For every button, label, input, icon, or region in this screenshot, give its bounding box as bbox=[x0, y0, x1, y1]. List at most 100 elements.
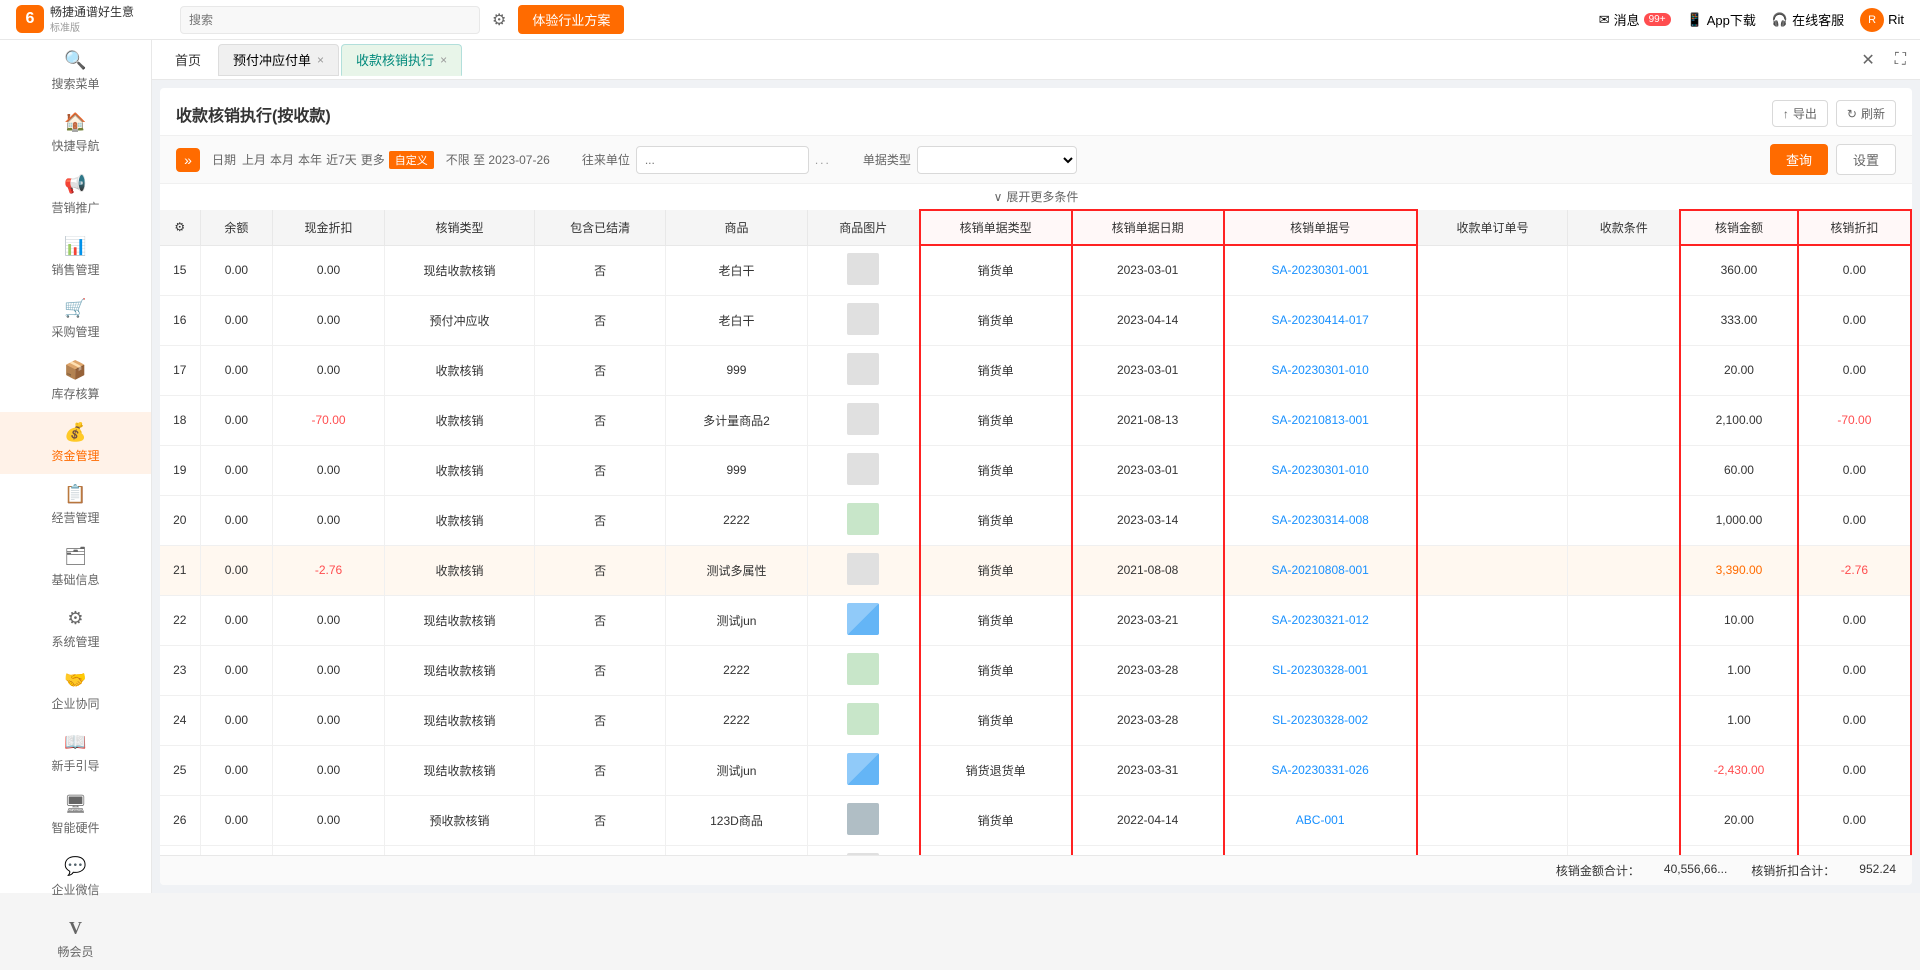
date-quick-links: 上月 本月 本年 近7天 更多 自定义 bbox=[242, 151, 434, 169]
table-cell: 16 bbox=[160, 295, 200, 345]
voucher-type-select[interactable] bbox=[917, 146, 1077, 174]
sidebar-item-quicknav[interactable]: 🏠 快捷导航 bbox=[0, 102, 151, 164]
headset-icon: 🎧 bbox=[1772, 12, 1788, 28]
table-cell bbox=[807, 295, 919, 345]
table-row: 150.000.00现结收款核销否老白干销货单2023-03-01SA-2023… bbox=[160, 245, 1911, 295]
sidebar-item-search[interactable]: 🔍 搜索菜单 bbox=[0, 40, 151, 102]
date-custom[interactable]: 自定义 bbox=[389, 151, 434, 169]
sidebar-item-inventory[interactable]: 📦 库存核算 bbox=[0, 350, 151, 412]
table-cell: 预收款核销 bbox=[384, 795, 534, 845]
sidebar-item-basic[interactable]: 🗂 基础信息 bbox=[0, 536, 151, 598]
sidebar-item-marketing[interactable]: 📢 营销推广 bbox=[0, 164, 151, 226]
table-cell[interactable]: SA-20230314-008 bbox=[1224, 495, 1417, 545]
table-cell bbox=[1568, 395, 1680, 445]
sidebar-item-operations[interactable]: 📋 经营管理 bbox=[0, 474, 151, 536]
table-cell: 0.00 bbox=[1798, 695, 1911, 745]
sidebar-item-finance[interactable]: 💰 资金管理 bbox=[0, 412, 151, 474]
col-goods: 商品 bbox=[666, 210, 808, 245]
tab-receipt-close[interactable]: × bbox=[440, 53, 447, 67]
table-cell[interactable]: ABC-001 bbox=[1224, 795, 1417, 845]
content-area: 首页 预付冲应付单 × 收款核销执行 × ✕ ⛶ 收款核销执行(按收款) bbox=[152, 40, 1920, 893]
filter-settings-button[interactable]: 设置 bbox=[1836, 144, 1896, 175]
sidebar-item-purchase[interactable]: 🛒 采购管理 bbox=[0, 288, 151, 350]
col-settings[interactable]: ⚙ bbox=[160, 210, 200, 245]
tab-home[interactable]: 首页 bbox=[160, 44, 216, 76]
table-cell[interactable]: SA-20230321-012 bbox=[1224, 595, 1417, 645]
refresh-button[interactable]: ↻ 刷新 bbox=[1836, 100, 1896, 127]
expand-conditions-button[interactable]: ∨ 展开更多条件 bbox=[994, 188, 1079, 205]
date-more[interactable]: 更多 bbox=[361, 151, 385, 169]
table-cell[interactable]: SA-20230301-010 bbox=[1224, 445, 1417, 495]
top-bar: 6 畅捷通谱好生意 标准版 ⚙ 体验行业方案 ✉ 消息 99+ 📱 App下载 … bbox=[0, 0, 1920, 40]
table-cell: 现结收款核销 bbox=[384, 645, 534, 695]
sidebar-item-collab[interactable]: 🤝 企业协同 bbox=[0, 660, 151, 722]
app-download-button[interactable]: 📱 App下载 bbox=[1687, 10, 1756, 29]
table-cell bbox=[807, 345, 919, 395]
table-row: 270.000.00现结收款核销否衣服00001销货单2023-04-08SL-… bbox=[160, 845, 1911, 855]
table-cell: 否 bbox=[535, 495, 666, 545]
table-cell[interactable]: SA-20230331-026 bbox=[1224, 745, 1417, 795]
table-cell[interactable]: SL-20230408-001 bbox=[1224, 845, 1417, 855]
tab-receipt[interactable]: 收款核销执行 × bbox=[341, 44, 462, 76]
table-cell[interactable]: SA-20230414-017 bbox=[1224, 295, 1417, 345]
sidebar-item-guide[interactable]: 📖 新手引导 bbox=[0, 722, 151, 784]
messages-button[interactable]: ✉ 消息 99+ bbox=[1599, 10, 1671, 29]
table-header-row: ⚙ 余额 现金折扣 核销类型 包含已结清 商品 商品图片 核销单据类型 核销单据… bbox=[160, 210, 1911, 245]
user-avatar[interactable]: R Rit bbox=[1860, 8, 1904, 32]
table-cell bbox=[1568, 445, 1680, 495]
date-7days[interactable]: 近7天 bbox=[326, 151, 357, 169]
sidebar-item-sales[interactable]: 📊 销售管理 bbox=[0, 226, 151, 288]
maximize-window-button[interactable]: ⛶ bbox=[1889, 49, 1912, 71]
header-actions: ↑ 导出 ↻ 刷新 bbox=[1772, 100, 1896, 127]
partner-input[interactable] bbox=[636, 146, 809, 174]
sidebar-item-system[interactable]: ⚙ 系统管理 bbox=[0, 598, 151, 660]
table-cell[interactable]: SL-20230328-002 bbox=[1224, 695, 1417, 745]
date-last-month[interactable]: 上月 bbox=[242, 151, 266, 169]
sidebar-item-member[interactable]: V 畅会员 bbox=[0, 908, 151, 970]
table-cell: 0.00 bbox=[1798, 345, 1911, 395]
table-cell: 21 bbox=[160, 545, 200, 595]
tab-prepay-close[interactable]: × bbox=[317, 53, 324, 67]
close-window-button[interactable]: ✕ bbox=[1855, 48, 1880, 72]
date-this-year[interactable]: 本年 bbox=[298, 151, 322, 169]
table-cell[interactable]: SA-20230301-010 bbox=[1224, 345, 1417, 395]
finance-icon: 💰 bbox=[64, 422, 86, 443]
online-service-button[interactable]: 🎧 在线客服 bbox=[1772, 10, 1844, 29]
table-cell bbox=[807, 645, 919, 695]
table-container[interactable]: ⚙ 余额 现金折扣 核销类型 包含已结清 商品 商品图片 核销单据类型 核销单据… bbox=[160, 209, 1912, 855]
col-verify-type: 核销类型 bbox=[384, 210, 534, 245]
export-button[interactable]: ↑ 导出 bbox=[1772, 100, 1828, 127]
messages-badge: 99+ bbox=[1644, 13, 1671, 26]
query-button[interactable]: 查询 bbox=[1770, 144, 1828, 175]
table-cell: 否 bbox=[535, 545, 666, 595]
table-row: 260.000.00预收款核销否123D商品销货单2022-04-14ABC-0… bbox=[160, 795, 1911, 845]
sidebar-item-hardware[interactable]: 🖥 智能硬件 bbox=[0, 784, 151, 846]
table-cell[interactable]: SA-20210813-001 bbox=[1224, 395, 1417, 445]
table-cell: 测试多属性 bbox=[666, 545, 808, 595]
tab-home-label: 首页 bbox=[175, 50, 201, 69]
sidebar-item-wechat[interactable]: 💬 企业微信 bbox=[0, 846, 151, 908]
tab-prepay[interactable]: 预付冲应付单 × bbox=[218, 44, 339, 76]
table-cell: 1.00 bbox=[1680, 645, 1798, 695]
table-cell bbox=[1417, 845, 1568, 855]
table-cell: 测试jun bbox=[666, 745, 808, 795]
settings-icon[interactable]: ⚙ bbox=[492, 10, 506, 30]
table-cell: 销货单 bbox=[920, 545, 1072, 595]
verify-amount-total-label: 核销金额合计： bbox=[1556, 862, 1640, 879]
table-cell[interactable]: SL-20230328-001 bbox=[1224, 645, 1417, 695]
sidebar: 🔍 搜索菜单 🏠 快捷导航 📢 营销推广 📊 销售管理 🛒 采购管理 📦 库存核… bbox=[0, 40, 152, 893]
filter-expand-arrow[interactable]: » bbox=[176, 148, 200, 172]
export-icon: ↑ bbox=[1783, 107, 1789, 121]
partner-filter: 往来单位 ... bbox=[582, 146, 831, 174]
table-cell bbox=[807, 395, 919, 445]
date-this-month[interactable]: 本月 bbox=[270, 151, 294, 169]
table-cell: 0.00 bbox=[273, 345, 385, 395]
table-cell: 2023-03-01 bbox=[1072, 445, 1224, 495]
search-input[interactable] bbox=[180, 6, 480, 34]
table-cell bbox=[1417, 545, 1568, 595]
solution-button[interactable]: 体验行业方案 bbox=[518, 5, 624, 34]
table-cell[interactable]: SA-20210808-001 bbox=[1224, 545, 1417, 595]
table-cell: 999 bbox=[666, 345, 808, 395]
table-cell[interactable]: SA-20230301-001 bbox=[1224, 245, 1417, 295]
table-cell: 22 bbox=[160, 595, 200, 645]
